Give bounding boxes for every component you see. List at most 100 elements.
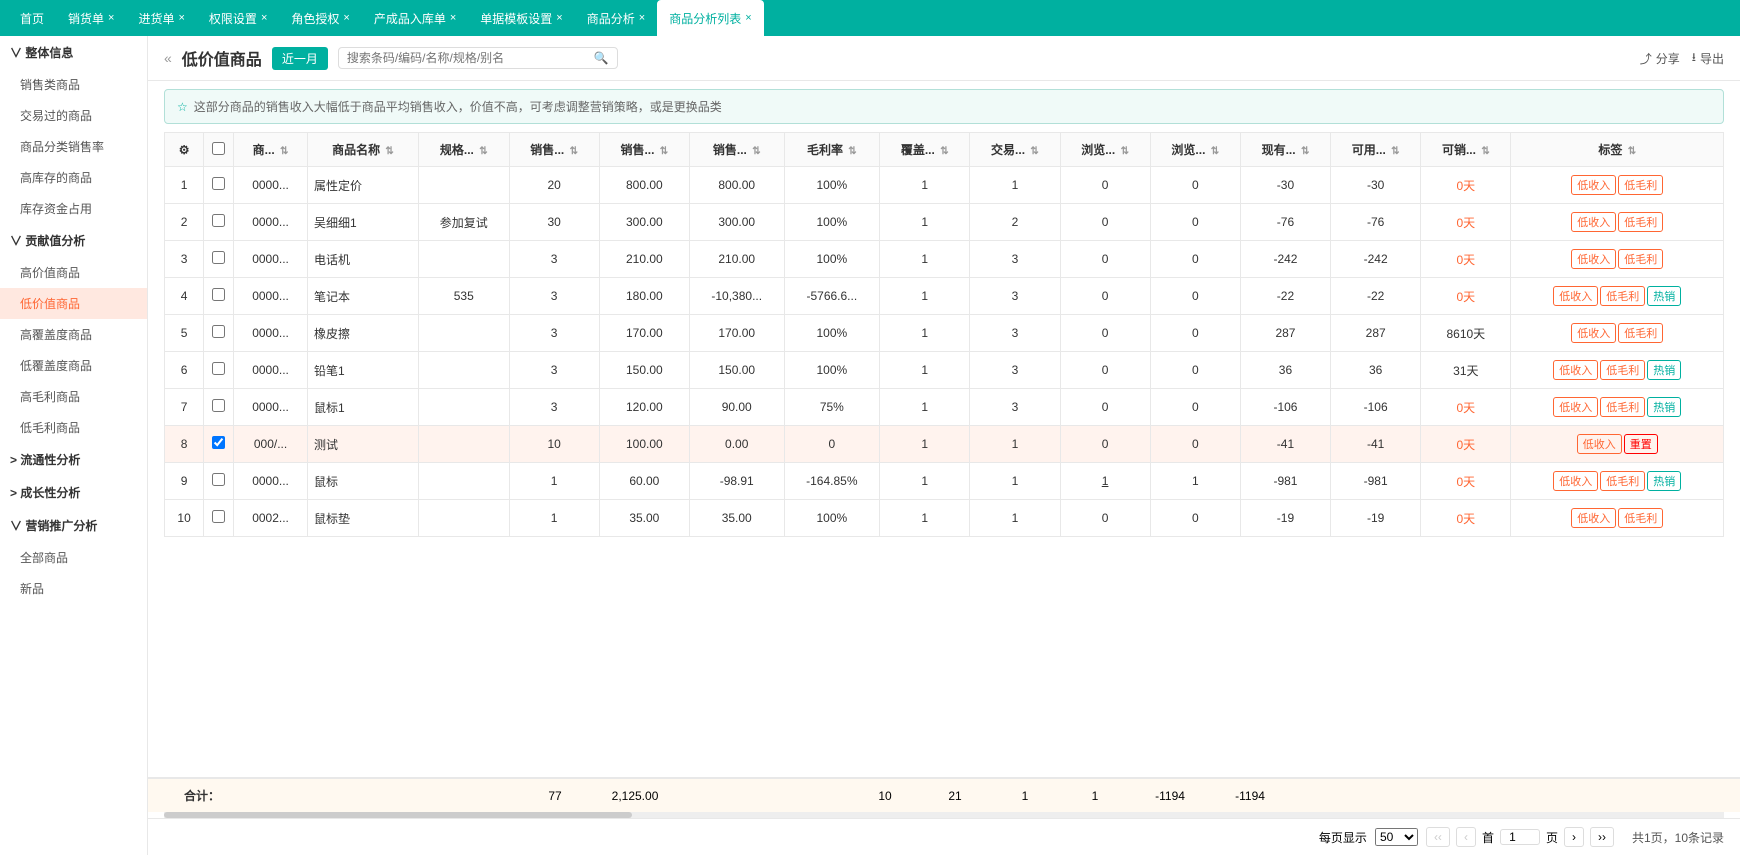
sidebar-item-category-rate[interactable]: 商品分类销售率 — [0, 131, 147, 162]
row-checkbox[interactable] — [212, 362, 225, 375]
search-input[interactable] — [347, 51, 590, 65]
nav-permission[interactable]: 权限设置 × — [197, 0, 279, 36]
row-code: 0002... — [234, 500, 308, 537]
sidebar-group-liquidity[interactable]: > 流通性分析 — [0, 443, 147, 476]
row-checkbox-cell[interactable] — [204, 352, 234, 389]
row-available: 287 — [1331, 315, 1421, 352]
sidebar-group-marketing[interactable]: ∨ 营销推广分析 — [0, 509, 147, 542]
row-browse2: 0 — [1150, 167, 1240, 204]
row-checkbox-cell[interactable] — [204, 241, 234, 278]
nav-close-template[interactable]: × — [556, 12, 562, 24]
sidebar-item-high-value[interactable]: 高价值商品 — [0, 257, 147, 288]
row-checkbox-cell[interactable] — [204, 278, 234, 315]
row-sale-amt: 35.00 — [599, 500, 689, 537]
th-coverage[interactable]: 覆盖... ⇅ — [880, 133, 970, 167]
browse-value: 0 — [1102, 178, 1109, 192]
th-gross-rate[interactable]: 毛利率 ⇅ — [784, 133, 880, 167]
nav-product-inbound[interactable]: 产成品入库单 × — [362, 0, 468, 36]
nav-close-purchase-order[interactable]: × — [178, 12, 184, 24]
row-checkbox[interactable] — [212, 288, 225, 301]
nav-purchase-order[interactable]: 进货单 × — [126, 0, 196, 36]
th-code[interactable]: 商... ⇅ — [234, 133, 308, 167]
row-trade: 3 — [970, 278, 1060, 315]
row-available: -22 — [1331, 278, 1421, 315]
row-sale-qty: 3 — [509, 241, 599, 278]
row-trade: 3 — [970, 241, 1060, 278]
sidebar-item-inventory-capital[interactable]: 库存资金占用 — [0, 193, 147, 224]
row-gross-rate: 0 — [784, 426, 880, 463]
nav-template-settings[interactable]: 单据模板设置 × — [468, 0, 574, 36]
sidebar-item-high-inventory[interactable]: 高库存的商品 — [0, 162, 147, 193]
row-checkbox[interactable] — [212, 325, 225, 338]
nav-role-auth[interactable]: 角色授权 × — [279, 0, 361, 36]
sidebar-group-overall[interactable]: ∨ 整体信息 — [0, 36, 147, 69]
sidebar-item-high-coverage[interactable]: 高覆盖度商品 — [0, 319, 147, 350]
sidebar-item-high-profit[interactable]: 高毛利商品 — [0, 381, 147, 412]
sidebar-group-contribution[interactable]: ∨ 贡献值分析 — [0, 224, 147, 257]
nav-sales-order[interactable]: 销货单 × — [56, 0, 126, 36]
sidebar-item-traded[interactable]: 交易过的商品 — [0, 100, 147, 131]
row-gross-rate: -5766.6... — [784, 278, 880, 315]
export-button[interactable]: ⭳ 导出 — [1692, 48, 1724, 69]
content-header: « 低价值商品 近一月 🔍 ⤴ 分享 ⭳ 导出 — [148, 36, 1740, 81]
th-spec[interactable]: 规格... ⇅ — [418, 133, 509, 167]
last-page-button[interactable]: ›› — [1590, 827, 1614, 847]
row-current: -242 — [1240, 241, 1330, 278]
row-checkbox[interactable] — [212, 399, 225, 412]
row-name: 属性定价 — [307, 167, 418, 204]
sidebar-collapse-button[interactable]: « — [164, 50, 172, 66]
th-tags[interactable]: 标签 ⇅ — [1511, 133, 1724, 167]
sidebar-item-low-value[interactable]: 低价值商品 — [0, 288, 147, 319]
nav-close-role-auth[interactable]: × — [343, 12, 349, 24]
sidebar-item-sales-category[interactable]: 销售类商品 — [0, 69, 147, 100]
select-all-checkbox[interactable] — [212, 142, 225, 155]
th-name[interactable]: 商品名称 ⇅ — [307, 133, 418, 167]
browse-link[interactable]: 1 — [1102, 474, 1109, 488]
sidebar-item-all-products[interactable]: 全部商品 — [0, 542, 147, 573]
browse-value: 0 — [1102, 437, 1109, 451]
next-page-button[interactable]: › — [1564, 827, 1584, 847]
nav-close-analysis[interactable]: × — [639, 12, 645, 24]
th-current[interactable]: 现有... ⇅ — [1240, 133, 1330, 167]
th-available[interactable]: 可用... ⇅ — [1331, 133, 1421, 167]
nav-close-sales-order[interactable]: × — [108, 12, 114, 24]
row-checkbox-cell[interactable] — [204, 463, 234, 500]
nav-close-analysis-list[interactable]: × — [745, 12, 751, 24]
th-sale-qty[interactable]: 销售... ⇅ — [509, 133, 599, 167]
first-page-button[interactable]: ‹‹ — [1426, 827, 1450, 847]
page-number-input[interactable] — [1500, 829, 1540, 845]
row-checkbox-cell[interactable] — [204, 167, 234, 204]
nav-product-analysis[interactable]: 商品分析 × — [575, 0, 657, 36]
share-button[interactable]: ⤴ 分享 — [1640, 50, 1680, 67]
nav-home[interactable]: 首页 — [8, 0, 56, 36]
th-trade[interactable]: 交易... ⇅ — [970, 133, 1060, 167]
row-checkbox[interactable] — [212, 473, 225, 486]
sidebar-item-low-profit[interactable]: 低毛利商品 — [0, 412, 147, 443]
page-size-select[interactable]: 50 100 200 — [1375, 828, 1418, 846]
row-checkbox-cell[interactable] — [204, 500, 234, 537]
sidebar-item-new-products[interactable]: 新品 — [0, 573, 147, 604]
row-checkbox-cell[interactable] — [204, 315, 234, 352]
sidebar-group-growth[interactable]: > 成长性分析 — [0, 476, 147, 509]
nav-analysis-list[interactable]: 商品分析列表 × — [657, 0, 763, 36]
row-checkbox-cell[interactable] — [204, 426, 234, 463]
th-browse2[interactable]: 浏览... ⇅ — [1150, 133, 1240, 167]
th-browse1[interactable]: 浏览... ⇅ — [1060, 133, 1150, 167]
row-checkbox-cell[interactable] — [204, 204, 234, 241]
row-checkbox-cell[interactable] — [204, 389, 234, 426]
nav-close-product-inbound[interactable]: × — [450, 12, 456, 24]
sidebar-item-low-coverage[interactable]: 低覆盖度商品 — [0, 350, 147, 381]
row-checkbox[interactable] — [212, 251, 225, 264]
th-sale-profit[interactable]: 销售... ⇅ — [689, 133, 784, 167]
row-checkbox[interactable] — [212, 436, 225, 449]
nav-close-permission[interactable]: × — [261, 12, 267, 24]
row-checkbox[interactable] — [212, 510, 225, 523]
th-sale-amt[interactable]: 销售... ⇅ — [599, 133, 689, 167]
th-saleable[interactable]: 可销... ⇅ — [1421, 133, 1511, 167]
th-settings[interactable]: ⚙ — [165, 133, 204, 167]
row-checkbox[interactable] — [212, 214, 225, 227]
prev-page-button[interactable]: ‹ — [1456, 827, 1476, 847]
row-checkbox[interactable] — [212, 177, 225, 190]
th-checkbox[interactable] — [204, 133, 234, 167]
date-filter-button[interactable]: 近一月 — [272, 47, 328, 70]
